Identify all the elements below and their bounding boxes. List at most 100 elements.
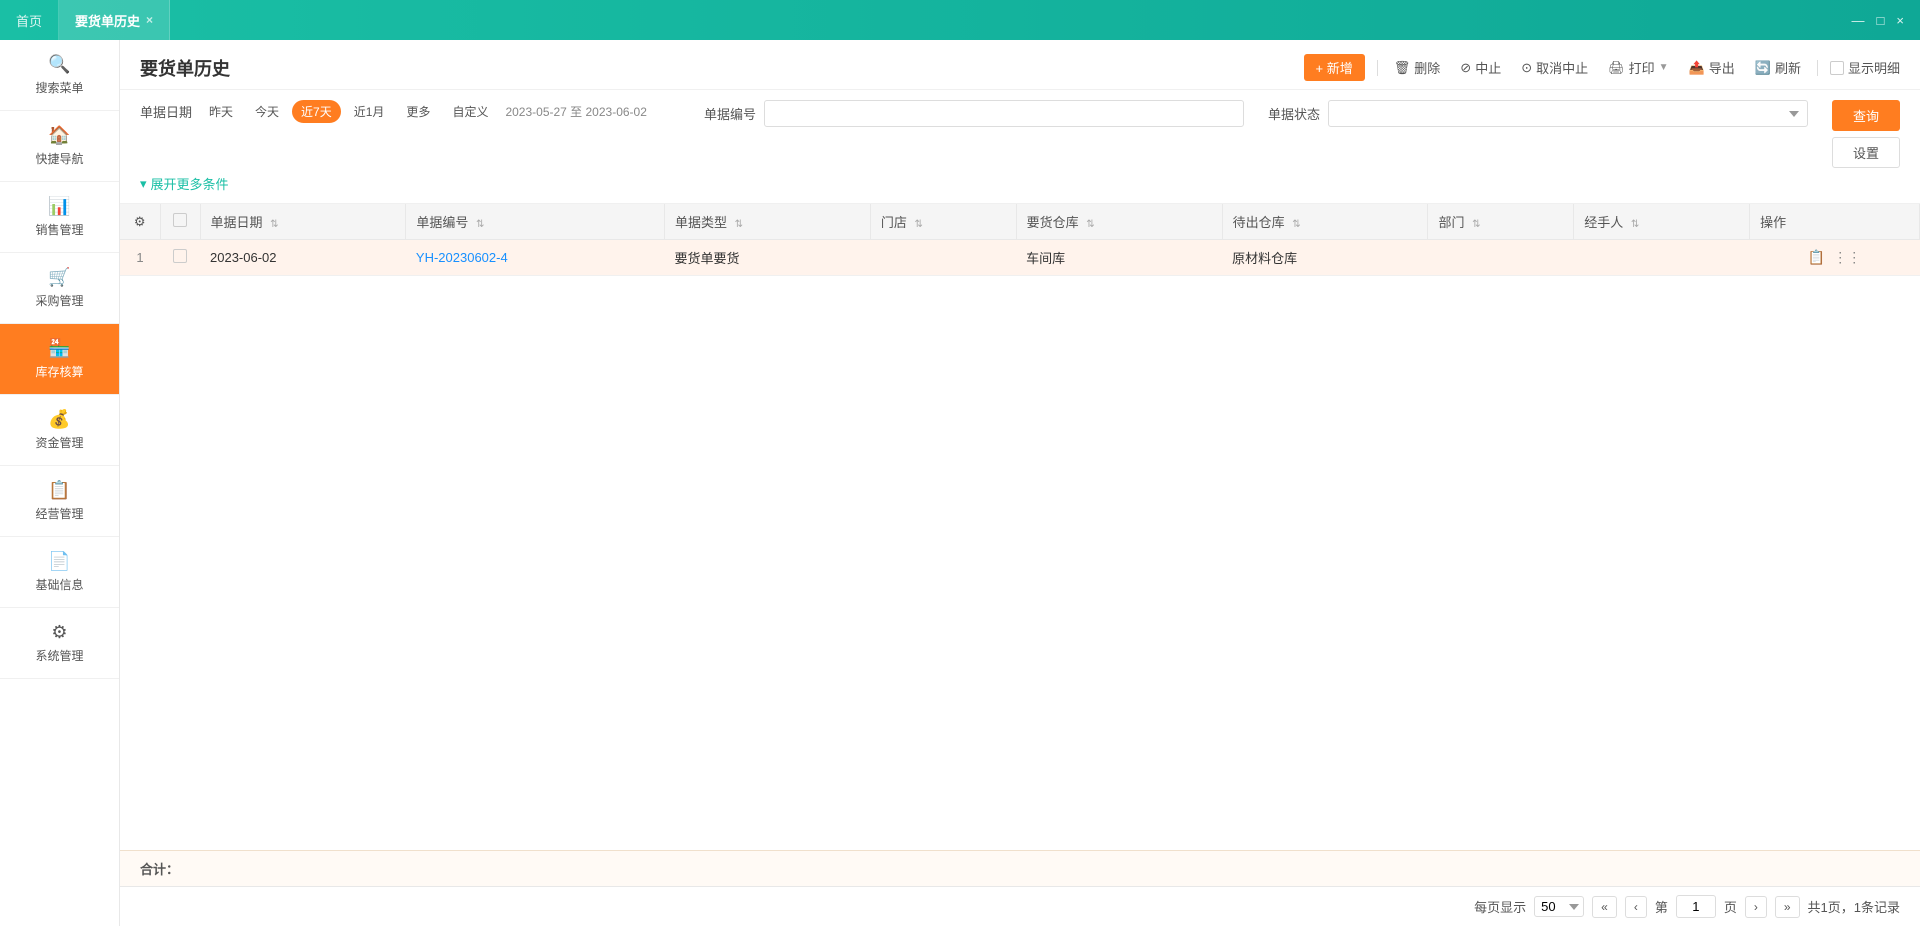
sidebar-finance-label: 资金管理 — [35, 434, 83, 451]
filter-bar: 单据日期 昨天 今天 近7天 近1月 更多 自定义 2023-05-27 至 2… — [120, 90, 1920, 204]
col-pending-warehouse-sort-icon[interactable]: ⇅ — [1292, 219, 1300, 230]
show-detail-checkbox-group[interactable]: 显示明细 — [1830, 58, 1900, 77]
row-1-checkbox[interactable] — [173, 249, 187, 263]
row-actions-1: 📋 ⋮⋮ — [1750, 240, 1920, 276]
show-detail-checkbox[interactable] — [1830, 61, 1844, 75]
date-buttons: 昨天 今天 近7天 近1月 更多 自定义 — [200, 100, 497, 123]
page-suffix: 页 — [1724, 897, 1737, 916]
row-more-icon-1[interactable]: ⋮⋮ — [1833, 249, 1861, 266]
close-tab-icon[interactable]: × — [146, 13, 153, 27]
stop-button[interactable]: ⊘ 中止 — [1456, 56, 1505, 79]
row-date-1: 2023-06-02 — [200, 240, 406, 276]
col-store-sort-icon[interactable]: ⇅ — [915, 219, 923, 230]
total-info: 共1页，1条记录 — [1808, 897, 1900, 916]
sidebar: 🔍 搜索菜单 🏠 快捷导航 📊 销售管理 🛒 采购管理 🏪 库存核算 💰 资金管… — [0, 40, 120, 926]
row-checkbox-1[interactable] — [160, 240, 200, 276]
select-all-checkbox[interactable] — [173, 213, 187, 227]
window-minimize-icon[interactable]: — — [1852, 13, 1865, 28]
content-area: 要货单历史 + 新增 🗑 删除 ⊘ 中止 ⊙ 取消中止 🖨 打 — [120, 40, 1920, 926]
sidebar-item-search-menu[interactable]: 🔍 搜索菜单 — [0, 40, 119, 111]
order-no-input[interactable] — [764, 100, 1244, 127]
window-close-icon[interactable]: × — [1896, 13, 1904, 28]
col-handler-label: 经手人 — [1584, 215, 1623, 230]
print-button[interactable]: 🖨 打印 ▼ — [1604, 56, 1672, 79]
row-order-no-1: YH-20230602-4 — [406, 240, 665, 276]
basic-info-icon: 📄 — [48, 551, 70, 572]
toolbar-divider-2 — [1817, 60, 1818, 76]
status-select[interactable] — [1328, 100, 1808, 127]
sidebar-item-basic-info[interactable]: 📄 基础信息 — [0, 537, 119, 608]
first-page-button[interactable]: « — [1592, 896, 1617, 918]
col-type-sort-icon[interactable]: ⇅ — [735, 219, 743, 230]
date-btn-last7days[interactable]: 近7天 — [292, 100, 341, 123]
sidebar-item-system[interactable]: ⚙ 系统管理 — [0, 608, 119, 679]
sidebar-item-sales[interactable]: 📊 销售管理 — [0, 182, 119, 253]
next-page-button[interactable]: › — [1745, 896, 1767, 918]
export-button[interactable]: 📤 导出 — [1685, 56, 1739, 79]
page-number-input[interactable] — [1676, 895, 1716, 918]
sidebar-operations-label: 经营管理 — [35, 505, 83, 522]
date-btn-custom[interactable]: 自定义 — [443, 100, 497, 123]
expand-more-button[interactable]: ▾ 展开更多条件 — [140, 174, 1900, 193]
tab-home[interactable]: 首页 — [0, 0, 59, 40]
sidebar-item-quick-nav[interactable]: 🏠 快捷导航 — [0, 111, 119, 182]
date-btn-today[interactable]: 今天 — [246, 100, 288, 123]
date-filter-label: 单据日期 — [140, 102, 192, 121]
date-btn-more[interactable]: 更多 — [397, 100, 439, 123]
col-order-no-sort-icon[interactable]: ⇅ — [476, 219, 484, 230]
col-date-sort-icon[interactable]: ⇅ — [270, 219, 278, 230]
sidebar-item-purchase[interactable]: 🛒 采购管理 — [0, 253, 119, 324]
toolbar-divider-1 — [1377, 60, 1378, 76]
sales-icon: 📊 — [48, 196, 70, 217]
col-type-label: 单据类型 — [675, 215, 727, 230]
page-label: 第 — [1655, 897, 1668, 916]
tab-home-label: 首页 — [16, 11, 42, 30]
col-req-warehouse-sort-icon[interactable]: ⇅ — [1086, 219, 1094, 230]
date-range-text: 2023-05-27 至 2023-06-02 — [505, 103, 646, 120]
expand-more-label: 展开更多条件 — [151, 174, 229, 193]
quick-nav-icon: 🏠 — [48, 125, 70, 146]
last-page-button[interactable]: » — [1775, 896, 1800, 918]
col-pending-warehouse: 待出仓库 ⇅ — [1222, 204, 1428, 240]
sidebar-item-operations[interactable]: 📋 经营管理 — [0, 466, 119, 537]
operations-icon: 📋 — [48, 480, 70, 501]
page-size-select[interactable]: 50 100 200 — [1534, 896, 1584, 917]
refresh-button[interactable]: 🔄 刷新 — [1751, 56, 1805, 79]
col-handler-sort-icon[interactable]: ⇅ — [1631, 219, 1639, 230]
table-footer: 合计： — [120, 850, 1920, 886]
sidebar-system-label: 系统管理 — [35, 647, 83, 664]
col-pending-warehouse-label: 待出仓库 — [1233, 215, 1285, 230]
sidebar-item-finance[interactable]: 💰 资金管理 — [0, 395, 119, 466]
prev-page-button[interactable]: ‹ — [1625, 896, 1647, 918]
col-date: 单据日期 ⇅ — [200, 204, 406, 240]
col-department-sort-icon[interactable]: ⇅ — [1472, 219, 1480, 230]
col-settings[interactable]: ⚙ — [120, 204, 160, 240]
delete-button[interactable]: 🗑 删除 — [1390, 56, 1445, 79]
row-store-1 — [870, 240, 1016, 276]
col-order-no: 单据编号 ⇅ — [406, 204, 665, 240]
tab-requisition-history[interactable]: 要货单历史 × — [59, 0, 170, 40]
row-order-no-link-1[interactable]: YH-20230602-4 — [416, 250, 508, 265]
col-checkbox[interactable] — [160, 204, 200, 240]
date-btn-last1month[interactable]: 近1月 — [345, 100, 394, 123]
settings-button[interactable]: 设置 — [1832, 137, 1900, 168]
row-department-1 — [1428, 240, 1574, 276]
row-view-icon-1[interactable]: 📋 — [1808, 249, 1825, 266]
date-filter-group: 单据日期 昨天 今天 近7天 近1月 更多 自定义 2023-05-27 至 2… — [140, 100, 680, 123]
row-req-warehouse-1: 车间库 — [1016, 240, 1222, 276]
inventory-icon: 🏪 — [48, 338, 70, 359]
col-type: 单据类型 ⇅ — [664, 204, 870, 240]
new-button[interactable]: + 新增 — [1304, 54, 1365, 81]
col-store-label: 门店 — [881, 215, 907, 230]
window-maximize-icon[interactable]: □ — [1877, 13, 1885, 28]
system-icon: ⚙ — [51, 622, 67, 643]
date-btn-yesterday[interactable]: 昨天 — [200, 100, 242, 123]
col-action-label: 操作 — [1760, 215, 1786, 230]
print-icon: 🖨 — [1608, 60, 1625, 76]
query-button[interactable]: 查询 — [1832, 100, 1900, 131]
sidebar-item-inventory[interactable]: 🏪 库存核算 — [0, 324, 119, 395]
row-pending-warehouse-1: 原材料仓库 — [1222, 240, 1428, 276]
main-layout: 🔍 搜索菜单 🏠 快捷导航 📊 销售管理 🛒 采购管理 🏪 库存核算 💰 资金管… — [0, 40, 1920, 926]
cancel-stop-button[interactable]: ⊙ 取消中止 — [1517, 56, 1592, 79]
refresh-icon: 🔄 — [1755, 60, 1771, 76]
